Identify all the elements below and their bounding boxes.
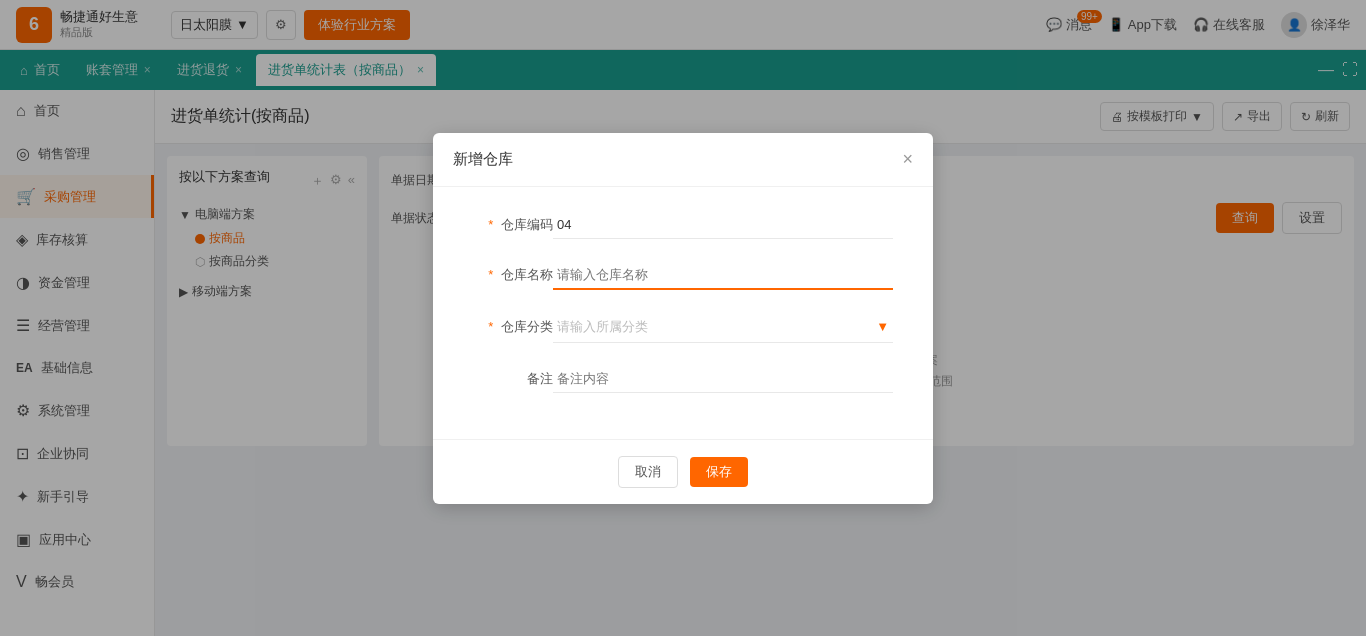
cancel-button[interactable]: 取消	[618, 456, 678, 488]
category-placeholder: 请输入所属分类	[557, 318, 648, 336]
modal-title: 新增仓库	[453, 150, 513, 169]
form-row-name: * 仓库名称	[473, 261, 893, 290]
category-chevron-icon: ▼	[876, 319, 889, 334]
modal-footer: 取消 保存	[433, 439, 933, 504]
code-input[interactable]	[553, 211, 893, 239]
form-row-category: * 仓库分类 请输入所属分类 ▼	[473, 312, 893, 343]
remark-label: 备注	[473, 370, 553, 388]
name-label: * 仓库名称	[473, 266, 553, 284]
remark-input[interactable]	[553, 365, 893, 393]
category-select[interactable]: 请输入所属分类 ▼	[553, 312, 893, 343]
modal-close-button[interactable]: ×	[902, 149, 913, 170]
code-label: * 仓库编码	[473, 216, 553, 234]
modal-overlay: 新增仓库 × * 仓库编码 * 仓库名称	[0, 0, 1366, 636]
modal-body: * 仓库编码 * 仓库名称 * 仓库分类 请输入所属	[433, 187, 933, 439]
name-input[interactable]	[553, 261, 893, 290]
add-warehouse-modal: 新增仓库 × * 仓库编码 * 仓库名称	[433, 133, 933, 504]
category-label: * 仓库分类	[473, 318, 553, 336]
modal-header: 新增仓库 ×	[433, 133, 933, 187]
save-button[interactable]: 保存	[690, 457, 748, 487]
form-row-remark: 备注	[473, 365, 893, 393]
form-row-code: * 仓库编码	[473, 211, 893, 239]
